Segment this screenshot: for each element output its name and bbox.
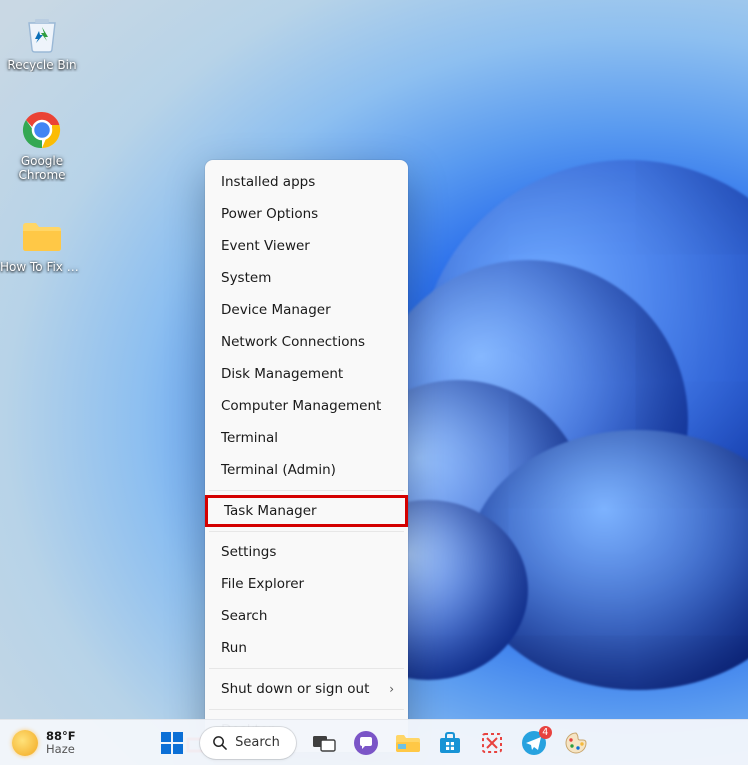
desktop-icon-label: Recycle Bin — [0, 58, 84, 72]
weather-temp: 88°F — [46, 730, 76, 743]
taskbar: 88°F Haze Search — [0, 719, 748, 765]
context-menu-item[interactable]: Settings — [205, 536, 408, 568]
menu-separator — [209, 668, 404, 669]
snip-icon — [480, 731, 504, 755]
context-menu-item-label: Network Connections — [221, 334, 365, 350]
folder-icon — [395, 732, 421, 754]
context-menu-item-label: Settings — [221, 544, 276, 560]
menu-separator — [209, 531, 404, 532]
context-menu-item-label: Disk Management — [221, 366, 343, 382]
context-menu-item[interactable]: Device Manager — [205, 294, 408, 326]
context-menu-item[interactable]: Task Manager — [205, 495, 408, 527]
context-menu-item[interactable]: Network Connections — [205, 326, 408, 358]
desktop-icon-folder[interactable]: How To Fix Telegram N... — [0, 214, 84, 274]
context-menu-item-label: Run — [221, 640, 247, 656]
winx-context-menu: Installed apps Power Options Event Viewer S… — [205, 160, 408, 752]
snipping-tool-button[interactable] — [478, 729, 506, 757]
menu-separator — [209, 709, 404, 710]
context-menu-item-label: Installed apps — [221, 174, 315, 190]
context-menu-item-label: Terminal (Admin) — [221, 462, 336, 478]
context-menu-item-label: Shut down or sign out — [221, 681, 369, 697]
store-icon — [438, 731, 462, 755]
search-icon — [212, 735, 227, 750]
weather-widget[interactable]: 88°F Haze — [12, 720, 76, 765]
context-menu-item-label: Search — [221, 608, 267, 624]
paint-icon — [563, 730, 589, 756]
context-menu-item[interactable]: Event Viewer — [205, 230, 408, 262]
start-button[interactable] — [158, 729, 186, 757]
telegram-button[interactable]: 4 — [520, 729, 548, 757]
context-menu-item[interactable]: Shut down or sign out › — [205, 673, 408, 705]
chevron-right-icon: › — [389, 682, 394, 696]
folder-icon — [20, 214, 64, 258]
paint-button[interactable] — [562, 729, 590, 757]
context-menu-item-label: Event Viewer — [221, 238, 310, 254]
search-label: Search — [235, 735, 280, 750]
context-menu-item[interactable]: Disk Management — [205, 358, 408, 390]
context-menu-item[interactable]: File Explorer — [205, 568, 408, 600]
microsoft-store-button[interactable] — [436, 729, 464, 757]
chat-icon — [353, 730, 379, 756]
desktop-icon-chrome[interactable]: Google Chrome — [0, 108, 84, 182]
context-menu-item[interactable]: System — [205, 262, 408, 294]
context-menu-item[interactable]: Run — [205, 632, 408, 664]
weather-icon — [12, 730, 38, 756]
desktop-icon-recycle-bin[interactable]: Recycle Bin — [0, 12, 84, 72]
context-menu-item[interactable]: Terminal — [205, 422, 408, 454]
desktop-icon-label: Google Chrome — [0, 154, 84, 182]
context-menu-item[interactable]: Search — [205, 600, 408, 632]
chrome-icon — [20, 108, 64, 152]
file-explorer-button[interactable] — [394, 729, 422, 757]
context-menu-item-label: Computer Management — [221, 398, 381, 414]
desktop-icon-label: How To Fix Telegram N... — [0, 260, 84, 274]
chat-button[interactable] — [352, 729, 380, 757]
context-menu-item-label: Task Manager — [224, 503, 317, 519]
notification-badge: 4 — [539, 726, 552, 739]
context-menu-item-label: File Explorer — [221, 576, 304, 592]
context-menu-item[interactable]: Power Options — [205, 198, 408, 230]
context-menu-item[interactable]: Installed apps — [205, 166, 408, 198]
context-menu-item-label: Terminal — [221, 430, 278, 446]
weather-condition: Haze — [46, 743, 76, 756]
context-menu-item-label: Power Options — [221, 206, 318, 222]
context-menu-item[interactable]: Terminal (Admin) — [205, 454, 408, 486]
search-button[interactable]: Search — [200, 727, 296, 759]
windows-logo-icon — [160, 731, 184, 755]
task-view-icon — [312, 733, 336, 753]
context-menu-item[interactable]: Computer Management — [205, 390, 408, 422]
context-menu-item-label: System — [221, 270, 271, 286]
taskbar-center: Search — [158, 727, 590, 759]
menu-separator — [209, 490, 404, 491]
recycle-bin-icon — [20, 12, 64, 56]
task-view-button[interactable] — [310, 729, 338, 757]
context-menu-item-label: Device Manager — [221, 302, 331, 318]
